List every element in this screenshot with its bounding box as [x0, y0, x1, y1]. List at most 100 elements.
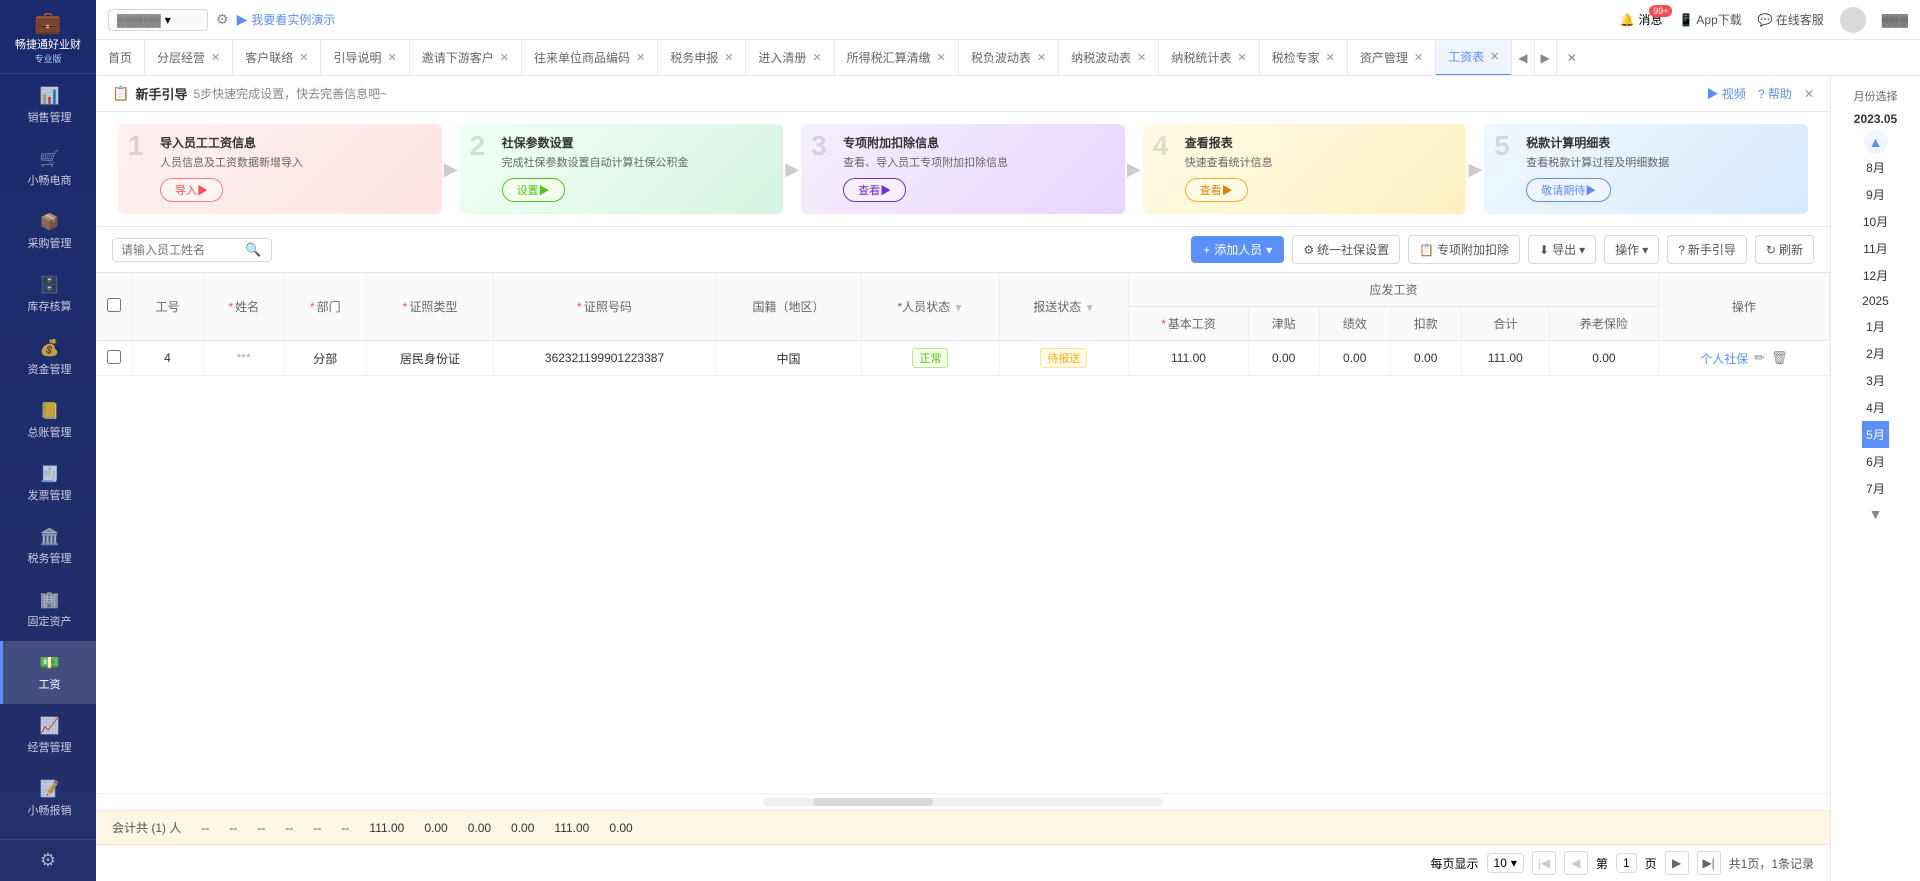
app-download-btn[interactable]: 📱 App下载	[1678, 11, 1741, 28]
month-up-btn[interactable]: ▲	[1864, 130, 1888, 154]
scroll-track[interactable]	[763, 798, 1163, 806]
sidebar-item-税务管理[interactable]: 🏛️ 税务管理	[0, 515, 96, 578]
username[interactable]: ▓▓▓	[1882, 13, 1908, 27]
tab-close-1[interactable]: ✕	[211, 51, 220, 64]
month-item-6月[interactable]: 6月	[1862, 448, 1889, 475]
month-item-5月[interactable]: 5月	[1862, 421, 1889, 448]
step-btn-5[interactable]: 敬请期待▶	[1526, 178, 1611, 202]
tab-nav-right[interactable]: ▶	[1535, 40, 1557, 76]
operate-btn[interactable]: 操作 ▾	[1604, 235, 1659, 264]
tab-close-14[interactable]: ✕	[1490, 50, 1499, 63]
tab-close-11[interactable]: ✕	[1237, 51, 1246, 64]
tab-close-10[interactable]: ✕	[1137, 51, 1146, 64]
month-item-2月[interactable]: 2月	[1862, 340, 1889, 367]
tab-纳税波动表[interactable]: 纳税波动表✕	[1059, 40, 1159, 76]
sidebar-item-销售管理[interactable]: 📊 销售管理	[0, 74, 96, 137]
tab-资产管理[interactable]: 资产管理✕	[1348, 40, 1436, 76]
add-person-btn[interactable]: + 添加人员 ▾	[1191, 236, 1284, 263]
month-item-10月[interactable]: 10月	[1862, 208, 1889, 235]
company-dropdown[interactable]: ▓▓▓▓▓ ▾	[108, 9, 208, 31]
tab-close-3[interactable]: ✕	[388, 51, 397, 64]
settings-icon[interactable]: ⚙	[40, 850, 56, 871]
step-btn-3[interactable]: 查看▶	[843, 178, 906, 202]
sidebar-item-资金管理[interactable]: 💰 资金管理	[0, 326, 96, 389]
tab-分层经营[interactable]: 分层经营✕	[145, 40, 233, 76]
tab-首页[interactable]: 首页	[96, 40, 145, 76]
search-icon[interactable]: 🔍	[245, 242, 261, 258]
sidebar-item-采购管理[interactable]: 📦 采购管理	[0, 200, 96, 263]
first-page-btn[interactable]: |◀	[1532, 851, 1556, 875]
sidebar-item-总账管理[interactable]: 📒 总账管理	[0, 389, 96, 452]
guide-btn[interactable]: ? 新手引导	[1667, 235, 1747, 264]
tab-引导说明[interactable]: 引导说明✕	[321, 40, 409, 76]
month-item-4月[interactable]: 4月	[1862, 394, 1889, 421]
personal-social-link-0[interactable]: 个人社保	[1700, 350, 1748, 367]
tab-close-6[interactable]: ✕	[724, 51, 733, 64]
sidebar-item-固定资产[interactable]: 🏢 固定资产	[0, 578, 96, 641]
horizontal-scrollbar[interactable]	[96, 793, 1830, 810]
tab-邀请下游客户[interactable]: 邀请下游客户✕	[410, 40, 522, 76]
step-btn-4[interactable]: 查看▶	[1185, 178, 1248, 202]
tab-close-2[interactable]: ✕	[299, 51, 308, 64]
unify-social-btn[interactable]: ⚙ 统一社保设置	[1292, 235, 1400, 264]
tab-close-7[interactable]: ✕	[812, 51, 821, 64]
tab-close-9[interactable]: ✕	[1037, 51, 1046, 64]
scroll-thumb[interactable]	[813, 798, 933, 806]
tab-客户联络[interactable]: 客户联络✕	[233, 40, 321, 76]
special-deduct-btn[interactable]: 📋 专项附加扣除	[1408, 235, 1520, 264]
sidebar-item-小畅电商[interactable]: 🛒 小畅电商	[0, 137, 96, 200]
tab-往来单位商品编码[interactable]: 往来单位商品编码✕	[522, 40, 658, 76]
tab-close-12[interactable]: ✕	[1326, 51, 1335, 64]
tab-工资表[interactable]: 工资表✕	[1436, 40, 1512, 76]
tab-税负波动表[interactable]: 税负波动表✕	[959, 40, 1059, 76]
last-page-btn[interactable]: ▶|	[1697, 851, 1721, 875]
guide-close-btn[interactable]: ✕	[1804, 87, 1814, 101]
delete-icon-0[interactable]: 🗑	[1771, 350, 1788, 366]
settings-icon[interactable]: ⚙	[216, 11, 229, 28]
tab-税检专家[interactable]: 税检专家✕	[1260, 40, 1348, 76]
step-btn-2[interactable]: 设置▶	[502, 178, 565, 202]
online-service-btn[interactable]: 💬 在线客服	[1758, 11, 1824, 28]
row-checkbox-0[interactable]	[107, 350, 121, 364]
refresh-btn[interactable]: ↻ 刷新	[1755, 235, 1814, 264]
next-page-btn[interactable]: ▶	[1665, 851, 1689, 875]
avatar[interactable]	[1840, 7, 1866, 33]
edit-icon-0[interactable]: ✏	[1754, 350, 1765, 366]
month-item-12月[interactable]: 12月	[1862, 262, 1889, 289]
tab-纳税统计表[interactable]: 纳税统计表✕	[1159, 40, 1259, 76]
tab-close-8[interactable]: ✕	[937, 51, 946, 64]
status-filter-icon[interactable]: ▼	[954, 303, 964, 314]
month-item-7月[interactable]: 7月	[1862, 475, 1889, 502]
sidebar-item-经营管理[interactable]: 📈 经营管理	[0, 704, 96, 767]
export-btn[interactable]: ⬇ 导出 ▾	[1528, 235, 1596, 264]
month-item-2025[interactable]: 2025	[1862, 289, 1889, 313]
sidebar-item-库存核算[interactable]: 🗄️ 库存核算	[0, 263, 96, 326]
month-item-9月[interactable]: 9月	[1862, 181, 1889, 208]
tab-close-4[interactable]: ✕	[500, 51, 509, 64]
step-btn-1[interactable]: 导入▶	[160, 178, 223, 202]
tab-close-13[interactable]: ✕	[1414, 51, 1423, 64]
guide-help-link[interactable]: ? 帮助	[1758, 85, 1792, 102]
select-all-checkbox[interactable]	[107, 298, 121, 312]
sidebar-item-工资[interactable]: 💵 工资	[0, 641, 96, 704]
sidebar-item-小畅报销[interactable]: 📝 小畅报销	[0, 767, 96, 830]
sidebar-item-基础信息[interactable]: ℹ️ 基础信息	[0, 830, 96, 839]
tab-所得税汇算清缴[interactable]: 所得税汇算清缴✕	[835, 40, 959, 76]
report-filter-icon[interactable]: ▼	[1085, 303, 1095, 314]
sidebar-item-发票管理[interactable]: 🧾 发票管理	[0, 452, 96, 515]
close-all-tabs-btn[interactable]: ✕	[1557, 40, 1587, 76]
prev-page-btn[interactable]: ◀	[1564, 851, 1588, 875]
tab-nav-left[interactable]: ◀	[1512, 40, 1534, 76]
demo-link[interactable]: ▶ 我要看实例演示	[237, 11, 336, 28]
tab-close-5[interactable]: ✕	[636, 51, 645, 64]
month-item-3月[interactable]: 3月	[1862, 367, 1889, 394]
month-down-btn[interactable]: ▼	[1864, 502, 1888, 526]
search-input[interactable]	[121, 243, 241, 257]
tab-进入清册[interactable]: 进入清册✕	[746, 40, 834, 76]
tab-税务申报[interactable]: 税务申报✕	[658, 40, 746, 76]
guide-video-link[interactable]: ▶ 视频	[1707, 85, 1746, 102]
month-item-8月[interactable]: 8月	[1862, 154, 1889, 181]
page-size-select[interactable]: 10 ▾	[1487, 853, 1524, 873]
message-btn[interactable]: 🔔 消息 99+	[1620, 11, 1663, 28]
month-item-1月[interactable]: 1月	[1862, 313, 1889, 340]
